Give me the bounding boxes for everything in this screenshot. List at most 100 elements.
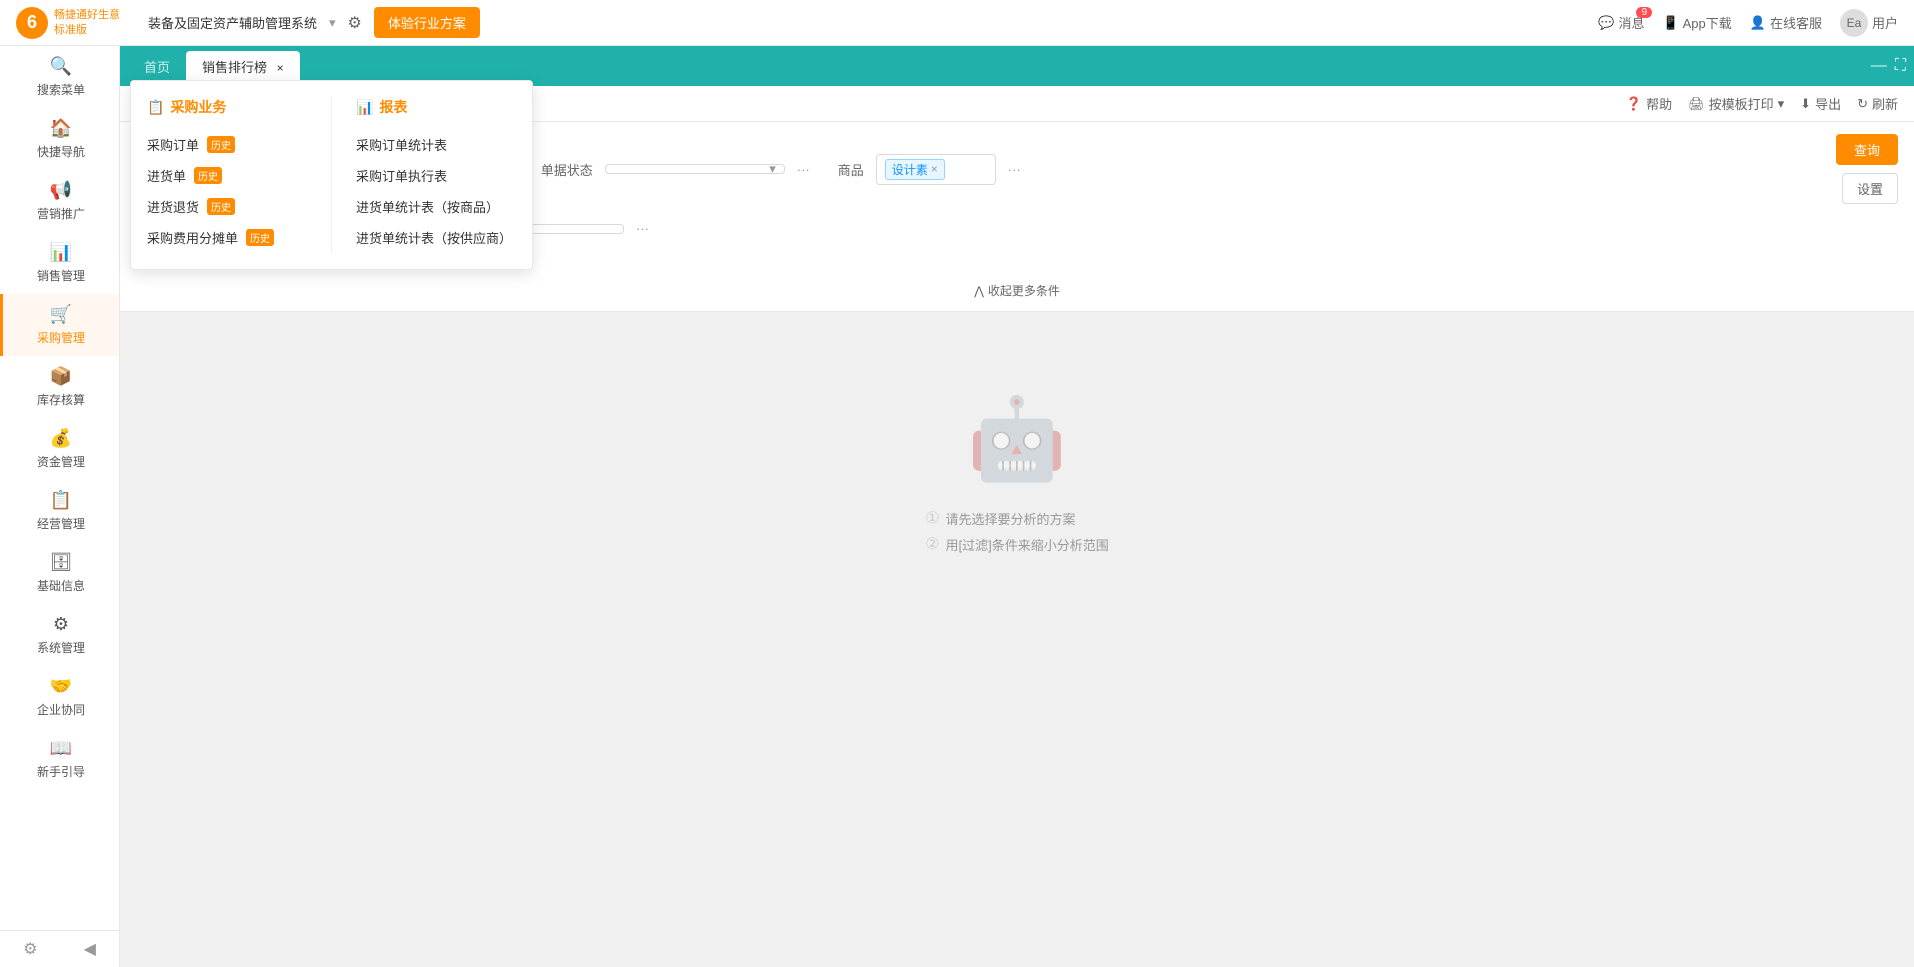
logo-text: 畅捷通好生意 标准版 [54,8,120,37]
refresh-icon: ↻ [1857,96,1868,112]
database-icon: 🗄 [50,552,73,573]
menu-item-order-exec[interactable]: 采购订单执行表 [356,160,516,191]
user-label: 用户 [1872,13,1898,32]
industry-btn[interactable]: 体验行业方案 [374,7,480,38]
print-action[interactable]: 🖨 按模板打印 ▾ [1688,94,1784,113]
system-title: 装备及固定资产辅助管理系统 [148,13,317,32]
service-item[interactable]: 👤 在线客服 [1750,13,1822,32]
menu-divider [331,97,332,253]
message-badge: 9 [1636,7,1652,18]
empty-hint-1: ① 请先选择要分析的方案 [925,508,1109,528]
topbar: 6 畅捷通好生意 标准版 装备及固定资产辅助管理系统 ▾ ⚙ 体验行业方案 💬 … [0,0,1914,46]
clipboard-icon: 📋 [50,490,72,511]
export-icon: ⬇ [1800,96,1811,112]
sidebar-item-cooperation[interactable]: 🤝 企业协同 [0,666,119,728]
sidebar-item-system[interactable]: ⚙ 系统管理 [0,604,119,666]
action-col: 查询 设置 [1836,134,1898,204]
menu-item-goods-in-by-supplier[interactable]: 进货单统计表（按供应商） [356,222,516,253]
purchase-dropdown-menu: 📋 采购业务 采购订单 历史 进货单 历史 进货退货 历史 采购费用分摊单 历史… [130,80,533,270]
order-status-dropdown-icon: ▾ [769,161,776,177]
menu-item-goods-in-by-product[interactable]: 进货单统计表（按商品） [356,191,516,222]
message-icon: 💬 [1598,15,1614,31]
sidebar-label-guide: 新手引导 [37,763,85,780]
sidebar-item-marketing[interactable]: 📢 营销推广 [0,170,119,232]
sidebar-label-purchase: 采购管理 [37,329,85,346]
sidebar-item-finance[interactable]: 💰 资金管理 [0,418,119,480]
sidebar-item-basic[interactable]: 🗄 基础信息 [0,542,119,604]
goods-input[interactable]: 设计素 × [876,154,996,185]
goods-return-badge: 历史 [207,198,235,215]
settings-button[interactable]: 设置 [1842,173,1898,204]
collapse-up-icon: ⋀ [974,284,984,298]
section-title-purchase: 📋 采购业务 [147,97,307,117]
gear-icon: ⚙ [53,614,69,635]
menu-section-purchase: 📋 采购业务 采购订单 历史 进货单 历史 进货退货 历史 采购费用分摊单 历史 [147,97,307,253]
app-download-item[interactable]: 📱 App下载 [1662,13,1731,32]
order-status-dots[interactable]: ··· [797,162,810,177]
help-action[interactable]: ❓ 帮助 [1626,94,1672,113]
print-icon: 🖨 [1688,96,1705,112]
sidebar-item-purchase[interactable]: 🛒 采购管理 [0,294,119,356]
money-icon: 💰 [50,428,72,449]
sidebar: 🔍 搜索菜单 🏠 快捷导航 📢 营销推广 📊 销售管理 🛒 采购管理 📦 库存核… [0,46,120,967]
menu-item-purchase-cost[interactable]: 采购费用分摊单 历史 [147,222,307,253]
sidebar-settings-icon[interactable]: ⚙ [23,939,37,959]
empty-state: 🤖 ① 请先选择要分析的方案 ② 用[过滤]条件来缩小分析范围 [120,312,1914,640]
sidebar-item-operation[interactable]: 📋 经营管理 [0,480,119,542]
goods-tag-close[interactable]: × [931,162,938,176]
sidebar-item-sales[interactable]: 📊 销售管理 [0,232,119,294]
user-item[interactable]: Ea 用户 [1840,9,1898,37]
sidebar-item-quick[interactable]: 🏠 快捷导航 [0,108,119,170]
sidebar-label-operation: 经营管理 [37,515,85,532]
menu-section-reports: 📊 报表 采购订单统计表 采购订单执行表 进货单统计表（按商品） 进货单统计表（… [356,97,516,253]
logo: 6 畅捷通好生意 标准版 [16,7,136,39]
collapse-btn[interactable]: ⋀ 收起更多条件 [974,282,1060,299]
cart-icon: 🛒 [50,304,72,325]
section-title-reports: 📊 报表 [356,97,516,117]
empty-illustration: 🤖 [967,392,1067,486]
book-icon: 📖 [50,738,72,759]
tab-sales-rank[interactable]: 销售排行榜 × [186,51,300,82]
sidebar-label-quick: 快捷导航 [37,143,85,160]
sidebar-label-finance: 资金管理 [37,453,85,470]
handshake-icon: 🤝 [50,676,72,697]
message-item[interactable]: 💬 消息 9 [1598,13,1644,32]
headset-icon: 👤 [1750,15,1766,31]
purchase-cost-badge: 历史 [246,229,274,246]
tab-close-icon[interactable]: × [277,61,284,75]
tab-minimize-icon[interactable]: — [1871,57,1887,75]
goods-label: 商品 [838,160,864,179]
sidebar-label-sales: 销售管理 [37,267,85,284]
menu-item-goods-in[interactable]: 进货单 历史 [147,160,307,191]
tab-home[interactable]: 首页 [128,51,186,82]
sidebar-item-inventory[interactable]: 📦 库存核算 [0,356,119,418]
goods-tag: 设计素 × [885,159,945,180]
empty-hint-2: ② 用[过滤]条件来缩小分析范围 [925,534,1109,554]
menu-item-goods-return[interactable]: 进货退货 历史 [147,191,307,222]
sidebar-label-search: 搜索菜单 [37,81,85,98]
home-icon: 🏠 [50,118,72,139]
order-status-select[interactable]: ▾ [605,164,785,174]
topbar-right: 💬 消息 9 📱 App下载 👤 在线客服 Ea 用户 [1598,9,1898,37]
menu-item-purchase-order[interactable]: 采购订单 历史 [147,129,307,160]
system-dropdown-icon[interactable]: ▾ [329,15,336,31]
tab-maximize-icon[interactable]: ⛶ [1895,57,1906,75]
salesperson-dots[interactable]: ··· [636,221,649,236]
export-action[interactable]: ⬇ 导出 [1800,94,1841,113]
sidebar-label-system: 系统管理 [37,639,85,656]
goods-dots[interactable]: ··· [1008,162,1021,177]
logo-icon: 6 [16,7,48,39]
empty-hints: ① 请先选择要分析的方案 ② 用[过滤]条件来缩小分析范围 [925,502,1109,560]
settings-icon[interactable]: ⚙ [348,13,362,33]
refresh-action[interactable]: ↻ 刷新 [1857,94,1898,113]
app-label: App下载 [1683,13,1732,32]
box-icon: 📦 [50,366,72,387]
print-dropdown-icon: ▾ [1778,96,1785,112]
sidebar-item-search[interactable]: 🔍 搜索菜单 [0,46,119,108]
sidebar-collapse-icon[interactable]: ◀ [84,939,96,959]
menu-item-order-stats[interactable]: 采购订单统计表 [356,129,516,160]
sidebar-item-guide[interactable]: 📖 新手引导 [0,728,119,790]
query-button[interactable]: 查询 [1836,134,1898,165]
chart-icon: 📊 [50,242,72,263]
report-section-icon: 📊 [356,99,373,116]
